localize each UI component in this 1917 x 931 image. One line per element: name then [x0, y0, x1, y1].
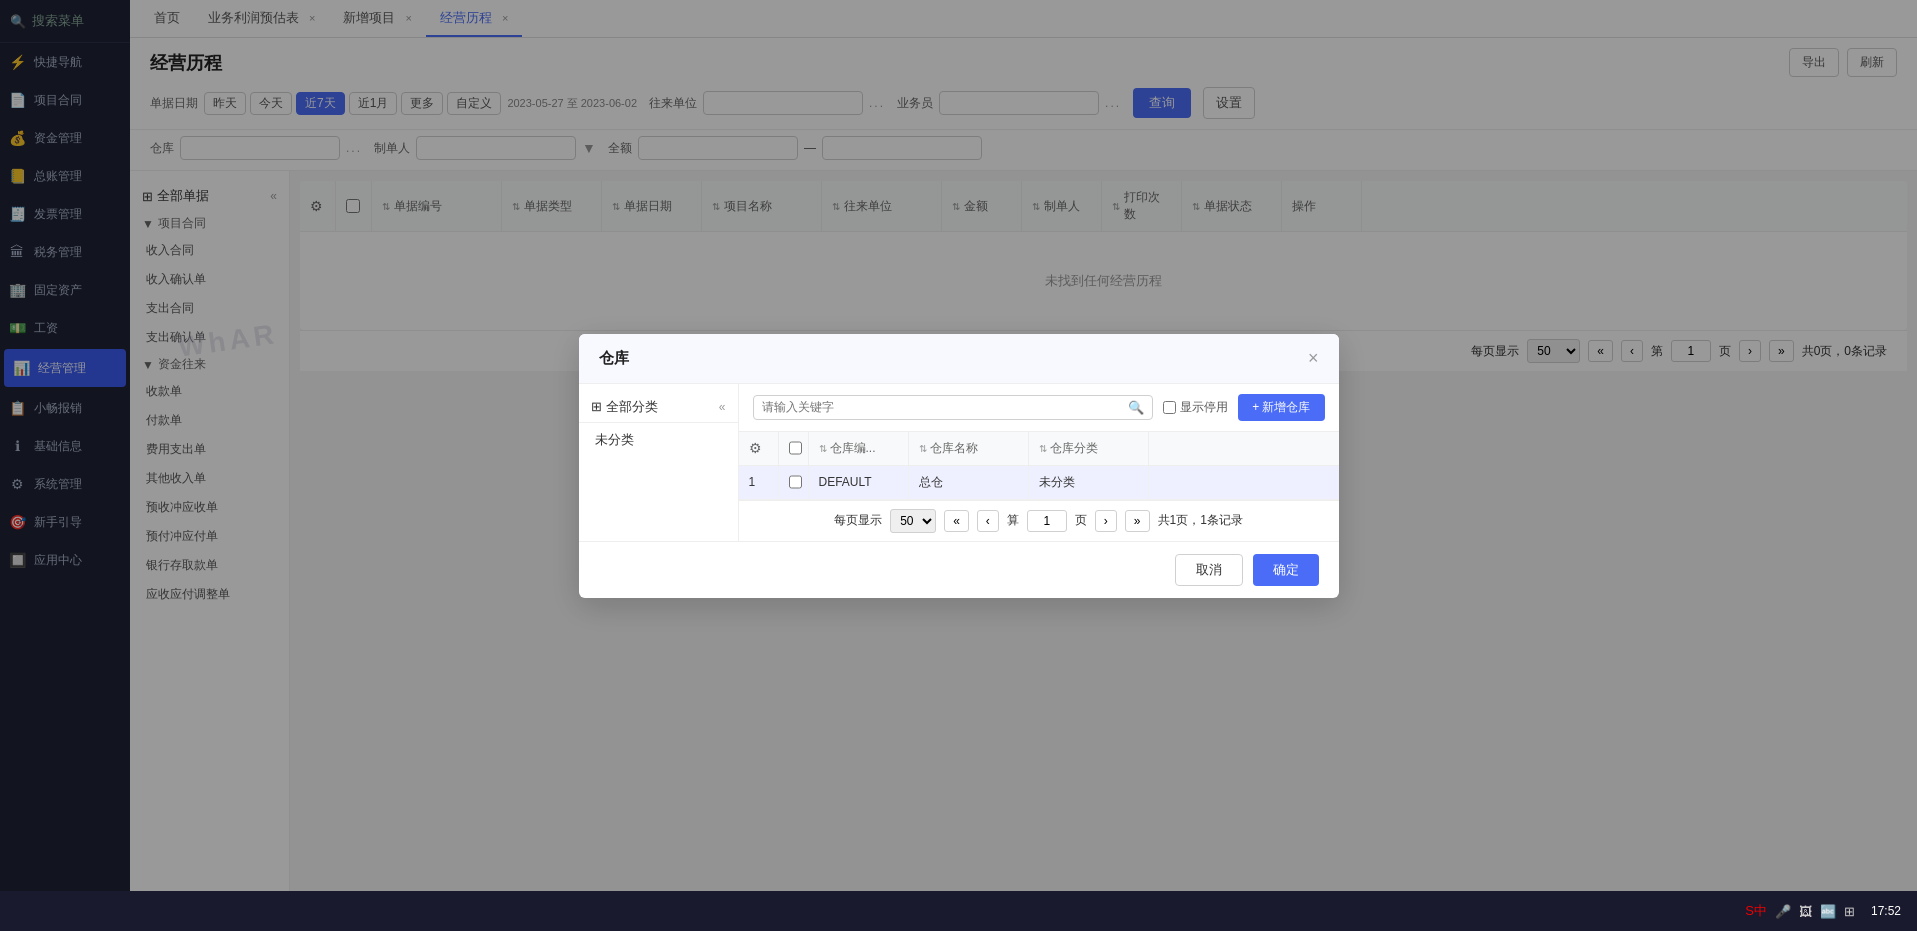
modal-per-page-label: 每页显示 [834, 512, 882, 529]
modal-collapse-btn[interactable]: « [719, 400, 726, 414]
modal-search-input[interactable] [762, 400, 1123, 414]
modal-header: 仓库 × [579, 334, 1339, 384]
show-disabled-label[interactable]: 显示停用 [1163, 399, 1228, 416]
modal-td-code: DEFAULT [809, 466, 909, 499]
taskbar-text-icon[interactable]: 🔤 [1820, 904, 1836, 919]
confirm-btn[interactable]: 确定 [1253, 554, 1319, 586]
modal-left-panel: ⊞ 全部分类 « 未分类 [579, 384, 739, 541]
modal-td-name: 总仓 [909, 466, 1029, 499]
modal-footer: 取消 确定 [579, 541, 1339, 598]
modal-last-btn[interactable]: » [1125, 510, 1150, 532]
modal-title: 仓库 [599, 349, 629, 368]
modal-table-row[interactable]: 1 DEFAULT 总仓 未分类 [739, 466, 1339, 500]
modal-next-btn[interactable]: › [1095, 510, 1117, 532]
modal-table-header: ⚙ ⇅仓库编... ⇅仓库名称 ⇅仓库分类 [739, 432, 1339, 466]
modal-page-suffix: 页 [1075, 512, 1087, 529]
add-warehouse-btn[interactable]: + 新增仓库 [1238, 394, 1324, 421]
warehouse-modal: 仓库 × ⊞ 全部分类 « 未分类 [579, 334, 1339, 598]
modal-td-index: 1 [739, 466, 779, 499]
taskbar-grid-icon[interactable]: ⊞ [1844, 904, 1855, 919]
search-icon: 🔍 [1128, 400, 1144, 415]
cancel-btn[interactable]: 取消 [1175, 554, 1243, 586]
modal-th-category: ⇅仓库分类 [1029, 432, 1149, 465]
modal-td-category: 未分类 [1029, 466, 1149, 499]
modal-th-checkbox [779, 432, 809, 465]
modal-th-name: ⇅仓库名称 [909, 432, 1029, 465]
modal-search-wrapper: 🔍 [753, 395, 1154, 420]
modal-prev-btn[interactable]: ‹ [977, 510, 999, 532]
modal-close-btn[interactable]: × [1308, 348, 1319, 369]
show-disabled-checkbox[interactable] [1163, 401, 1176, 414]
modal-th-settings: ⚙ [739, 432, 779, 465]
modal-page-input[interactable] [1027, 510, 1067, 532]
modal-toolbar: 🔍 显示停用 + 新增仓库 [739, 384, 1339, 432]
modal-pagination: 每页显示 50 « ‹ 算 页 › » 共1页，1条记录 [739, 500, 1339, 541]
unclassified-label: 未分类 [595, 431, 634, 449]
taskbar-img-icon[interactable]: 🖼 [1799, 904, 1812, 919]
taskbar-s-icon: S中 [1745, 902, 1767, 920]
taskbar-mic-icon[interactable]: 🎤 [1775, 904, 1791, 919]
modal-body: ⊞ 全部分类 « 未分类 🔍 [579, 384, 1339, 541]
modal-right-panel: 🔍 显示停用 + 新增仓库 ⚙ ⇅仓库编... ⇅仓库名称 ⇅仓 [739, 384, 1339, 541]
modal-td-checkbox[interactable] [779, 466, 809, 499]
taskbar-time: 17:52 [1871, 904, 1901, 918]
modal-page-word: 算 [1007, 512, 1019, 529]
modal-first-btn[interactable]: « [944, 510, 969, 532]
taskbar-icons: S中 🎤 🖼 🔤 ⊞ [1745, 902, 1855, 920]
modal-per-page-select[interactable]: 50 [890, 509, 936, 533]
modal-overlay: 仓库 × ⊞ 全部分类 « 未分类 [0, 0, 1917, 931]
taskbar: S中 🎤 🖼 🔤 ⊞ 17:52 [0, 891, 1917, 931]
modal-table: ⚙ ⇅仓库编... ⇅仓库名称 ⇅仓库分类 1 DEFAULT 总仓 未分类 [739, 432, 1339, 500]
gear-icon[interactable]: ⚙ [749, 440, 762, 456]
modal-th-code: ⇅仓库编... [809, 432, 909, 465]
all-category-label[interactable]: 全部分类 [606, 398, 658, 416]
unclassified-item[interactable]: 未分类 [579, 423, 738, 457]
all-category-icon: ⊞ [591, 399, 602, 414]
modal-total: 共1页，1条记录 [1158, 512, 1243, 529]
modal-select-all[interactable] [789, 441, 802, 455]
